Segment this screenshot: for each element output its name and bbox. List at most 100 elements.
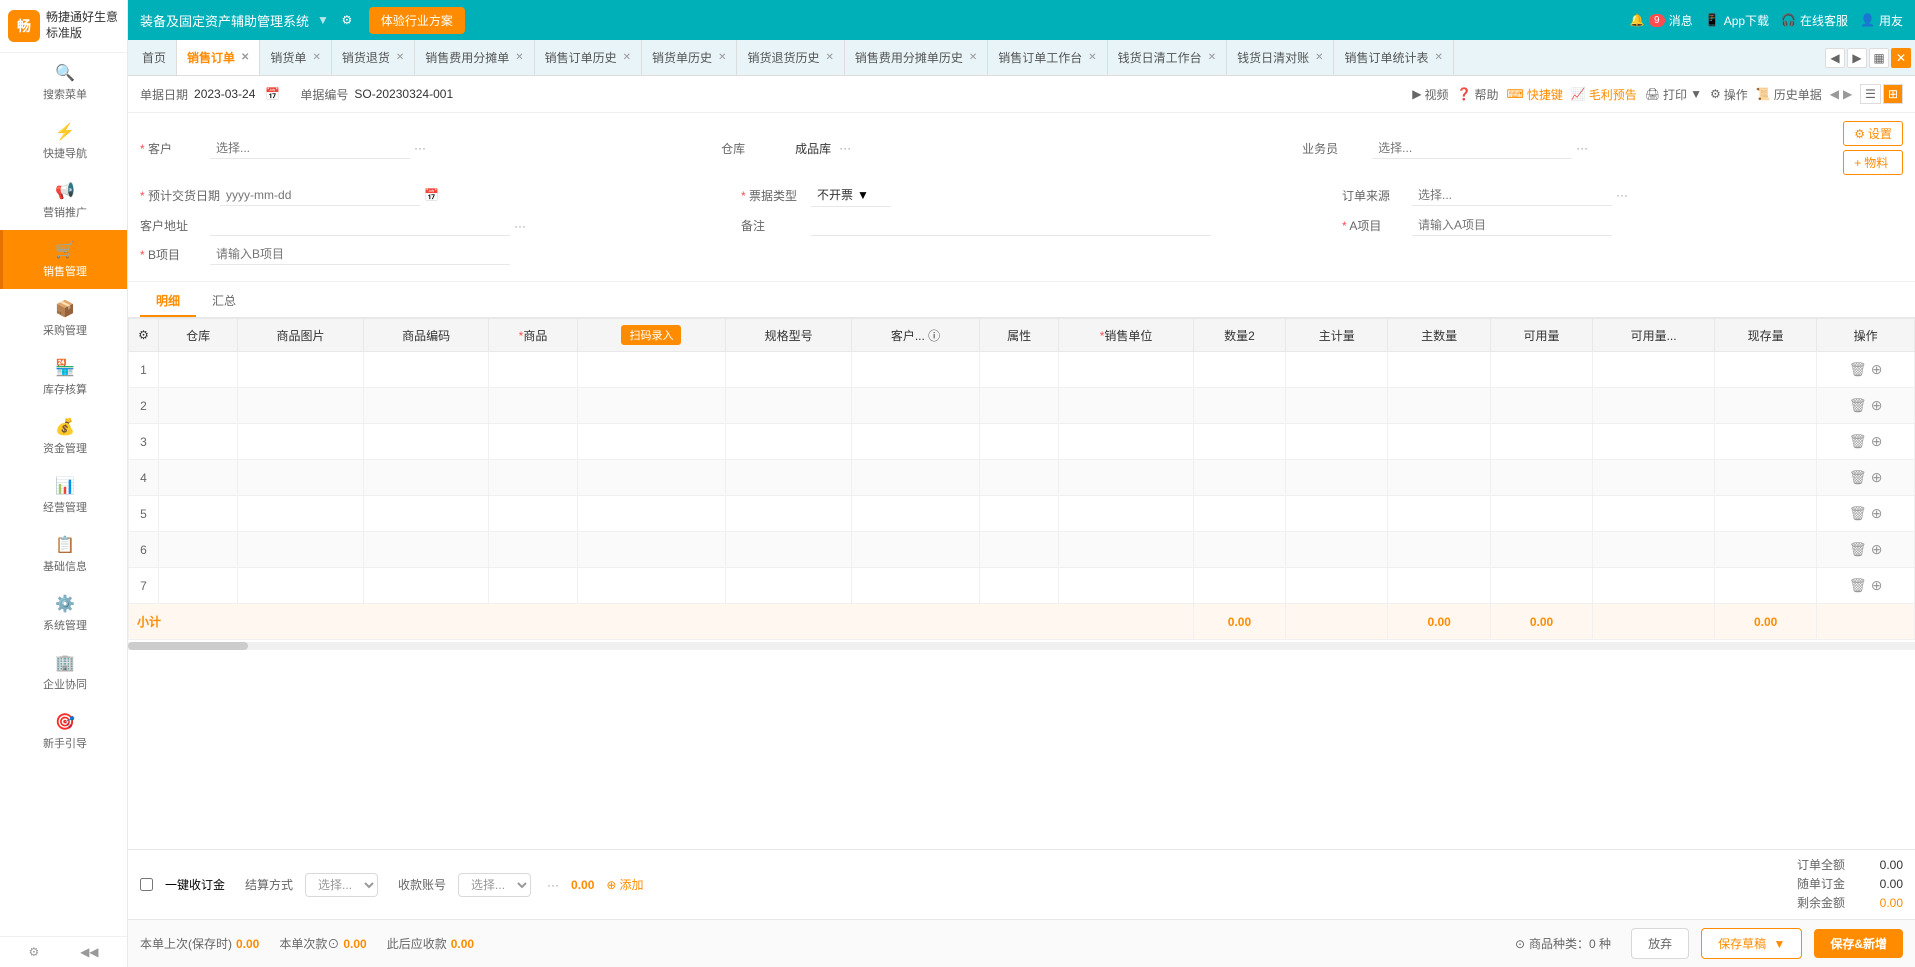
tab-sales-return-close[interactable]: ✕ [396, 52, 404, 63]
grid-view-icon[interactable]: ⊞ [1883, 84, 1903, 104]
remarks-input[interactable] [811, 215, 1211, 236]
draft-dropdown-icon[interactable]: ▼ [1773, 937, 1785, 951]
row-2-attr[interactable] [980, 388, 1059, 424]
calendar-icon[interactable]: 📅 [265, 87, 280, 101]
row-4-stock[interactable] [1714, 460, 1816, 496]
row-4-qty2[interactable] [1193, 460, 1285, 496]
tab-sales-stats[interactable]: 销售订单统计表 ✕ [1334, 40, 1453, 76]
tab-sales-order[interactable]: 销售订单 ✕ [177, 40, 260, 76]
tab-invoice-history[interactable]: 销货单历史 ✕ [642, 40, 737, 76]
row-6-available[interactable] [1490, 532, 1592, 568]
list-view-icon[interactable]: ☰ [1860, 84, 1881, 104]
row-6-main-unit[interactable] [1286, 532, 1388, 568]
row-2-copy-icon[interactable]: ⊕ [1871, 397, 1883, 414]
order-source-input[interactable] [1412, 185, 1612, 206]
row-5-code[interactable] [363, 496, 489, 532]
warehouse-more-icon[interactable]: ··· [839, 141, 851, 155]
row-3-delete-icon[interactable]: 🗑 [1849, 433, 1867, 450]
row-1-copy-icon[interactable]: ⊕ [1871, 361, 1883, 378]
row-7-delete-icon[interactable]: 🗑 [1849, 577, 1867, 594]
row-5-warehouse[interactable] [159, 496, 238, 532]
tab-sales-workbench-close[interactable]: ✕ [1088, 52, 1096, 63]
sidebar-item-guide[interactable]: 🎯 新手引导 [0, 702, 127, 761]
sidebar-item-sales[interactable]: 🛒 销售管理 [0, 230, 127, 289]
tab-expense-history-close[interactable]: ✕ [969, 52, 977, 63]
scrollbar-thumb[interactable] [128, 642, 248, 650]
row-5-available2[interactable] [1593, 496, 1715, 532]
tab-detail[interactable]: 明细 [140, 286, 196, 317]
order-source-more[interactable]: ··· [1616, 188, 1628, 202]
row-2-customer-code[interactable] [851, 388, 979, 424]
add-link[interactable]: ⊕ 添加 [606, 876, 643, 893]
row-6-attr[interactable] [980, 532, 1059, 568]
shortcut-btn[interactable]: ⌨ 快捷键 [1507, 86, 1563, 103]
solution-button[interactable]: 体验行业方案 [369, 7, 465, 34]
row-4-available[interactable] [1490, 460, 1592, 496]
sidebar-item-quicknav[interactable]: ⚡ 快捷导航 [0, 112, 127, 171]
row-5-copy-icon[interactable]: ⊕ [1871, 505, 1883, 522]
preview-btn[interactable]: ▶ 视频 [1412, 86, 1448, 103]
row-4-spec[interactable] [726, 460, 852, 496]
row-2-spec[interactable] [726, 388, 852, 424]
row-4-product[interactable] [489, 460, 577, 496]
row-4-customer-code[interactable] [851, 460, 979, 496]
a-project-input[interactable] [1412, 215, 1612, 236]
row-6-copy-icon[interactable]: ⊕ [1871, 541, 1883, 558]
delivery-date-input[interactable] [220, 185, 420, 206]
tab-daily-clear-workbench[interactable]: 钱货日清工作台 ✕ [1108, 40, 1227, 76]
row-2-code[interactable] [363, 388, 489, 424]
row-5-attr[interactable] [980, 496, 1059, 532]
row-4-unit[interactable] [1059, 460, 1194, 496]
operation-btn[interactable]: ⚙ 操作 [1710, 86, 1748, 103]
row-2-unit[interactable] [1059, 388, 1194, 424]
notification-bell[interactable]: 🔔 9 消息 [1630, 12, 1693, 29]
row-6-main-qty[interactable] [1388, 532, 1490, 568]
row-1-available2[interactable] [1593, 352, 1715, 388]
calendar-small-icon[interactable]: 📅 [424, 188, 439, 202]
row-3-available2[interactable] [1593, 424, 1715, 460]
row-5-available[interactable] [1490, 496, 1592, 532]
customer-input[interactable] [210, 138, 410, 159]
topbar-settings-btn[interactable]: ⚙ [333, 6, 361, 34]
customer-more-icon[interactable]: ··· [414, 141, 426, 155]
print-btn[interactable]: 🖨 打印 ▼ [1645, 86, 1702, 103]
row-3-attr[interactable] [980, 424, 1059, 460]
row-5-main-qty[interactable] [1388, 496, 1490, 532]
row-1-product[interactable] [489, 352, 577, 388]
tab-reconciliation-close[interactable]: ✕ [1315, 52, 1323, 63]
system-dropdown-icon[interactable]: ▼ [317, 13, 329, 27]
row-3-warehouse[interactable] [159, 424, 238, 460]
tab-daily-clear-workbench-close[interactable]: ✕ [1208, 52, 1216, 63]
row-1-stock[interactable] [1714, 352, 1816, 388]
row-3-product[interactable] [489, 424, 577, 460]
row-5-stock[interactable] [1714, 496, 1816, 532]
tab-close-all-btn[interactable]: ✕ [1891, 48, 1911, 68]
address-more-icon[interactable]: ··· [514, 219, 526, 233]
tab-return-history-close[interactable]: ✕ [825, 52, 833, 63]
row-6-warehouse[interactable] [159, 532, 238, 568]
row-1-code[interactable] [363, 352, 489, 388]
tab-return-history[interactable]: 销货退货历史 ✕ [737, 40, 844, 76]
tab-summary[interactable]: 汇总 [196, 286, 252, 317]
tab-home[interactable]: 首页 [132, 40, 177, 76]
discard-button[interactable]: 放弃 [1631, 928, 1689, 959]
row-2-available[interactable] [1490, 388, 1592, 424]
row-7-spec[interactable] [726, 568, 852, 604]
row-1-attr[interactable] [980, 352, 1059, 388]
sidebar-item-finance[interactable]: 💰 资金管理 [0, 407, 127, 466]
col-scan[interactable]: 扫码录入 [577, 319, 726, 352]
row-5-spec[interactable] [726, 496, 852, 532]
row-1-image[interactable] [238, 352, 364, 388]
tab-reconciliation[interactable]: 钱货日清对账 ✕ [1227, 40, 1334, 76]
salesperson-input[interactable] [1372, 138, 1572, 159]
row-3-qty2[interactable] [1193, 424, 1285, 460]
row-7-main-qty[interactable] [1388, 568, 1490, 604]
row-6-delete-icon[interactable]: 🗑 [1849, 541, 1867, 558]
row-2-warehouse[interactable] [159, 388, 238, 424]
tab-menu-btn[interactable]: ▦ [1869, 48, 1889, 68]
row-4-attr[interactable] [980, 460, 1059, 496]
date-value[interactable]: 2023-03-24 [194, 87, 255, 101]
row-2-main-qty[interactable] [1388, 388, 1490, 424]
bulk-confirm-checkbox[interactable] [140, 878, 153, 891]
row-6-spec[interactable] [726, 532, 852, 568]
